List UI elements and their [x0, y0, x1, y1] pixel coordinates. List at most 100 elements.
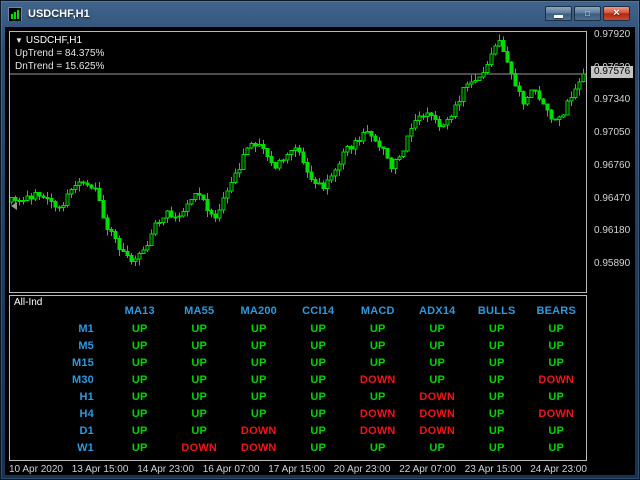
indicator-signal-cell: UP [369, 356, 386, 369]
indicator-signal-cell: UP [369, 339, 386, 352]
window-title: USDCHF,H1 [28, 8, 90, 20]
symbol-label: USDCHF,H1 [25, 35, 83, 46]
indicator-signal-cell: UP [250, 339, 267, 352]
indicator-signal-cell: UP [548, 424, 565, 437]
indicator-signal-cell: UP [369, 322, 386, 335]
timeframe-label: D1 [79, 424, 94, 437]
indicator-signal-cell: DOWN [538, 407, 575, 420]
indicator-signal-cell: UP [131, 441, 148, 454]
indicator-signal-cell: UP [131, 322, 148, 335]
indicator-signal-cell: UP [310, 407, 327, 420]
minimize-icon [554, 15, 563, 18]
indicator-signal-cell: UP [488, 322, 505, 335]
time-axis-label: 24 Apr 23:00 [530, 464, 587, 475]
indicator-signal-cell: UP [131, 390, 148, 403]
indicator-signal-cell: UP [310, 356, 327, 369]
indicator-signal-cell: UP [191, 339, 208, 352]
indicator-signal-cell: DOWN [240, 441, 277, 454]
timeframe-label: H4 [79, 407, 94, 420]
price-axis-label: 0.96760 [594, 159, 631, 171]
indicator-column-header: MA200 [240, 304, 277, 317]
main-chart-panel[interactable]: ▼ USDCHF,H1 UpTrend = 84.375% DnTrend = 1… [9, 31, 587, 293]
current-price-tag: 0.97576 [591, 65, 634, 78]
chart-client-area: ▼ USDCHF,H1 UpTrend = 84.375% DnTrend = 1… [5, 27, 635, 475]
indicator-signal-cell: UP [310, 373, 327, 386]
chart-window: USDCHF,H1 □ × ▼ USDCHF,H1 UpTrend = 84.37… [0, 0, 640, 480]
indicator-panel: All-Ind MA13 MA55 MA200 CCI14 MACD ADX14 BULLS… [9, 295, 587, 461]
indicator-signal-cell: UP [369, 441, 386, 454]
indicator-signal-cell: UP [369, 390, 386, 403]
indicator-signal-cell: UP [429, 322, 446, 335]
time-axis: 10 Apr 2020 13 Apr 15:00 14 Apr 23:00 16 Ap… [9, 464, 587, 475]
indicator-column-header: BULLS [477, 304, 516, 317]
indicator-signal-cell: UP [131, 424, 148, 437]
indicator-signal-cell: UP [131, 356, 148, 369]
chart-overlay: ▼ USDCHF,H1 UpTrend = 84.375% DnTrend = 1… [15, 34, 104, 73]
price-axis-label: 0.97340 [594, 94, 631, 106]
dropdown-arrow-icon[interactable]: ▼ [15, 36, 23, 45]
indicator-signal-cell: UP [191, 390, 208, 403]
time-axis-label: 14 Apr 23:00 [137, 464, 194, 475]
time-axis-label: 23 Apr 15:00 [464, 464, 522, 475]
indicator-signal-cell: UP [310, 441, 327, 454]
indicator-signal-cell: UP [250, 390, 267, 403]
price-axis: 0.979200.976300.973400.970500.967600.964… [589, 29, 637, 293]
indicator-signal-cell: DOWN [419, 407, 456, 420]
indicator-signal-cell: UP [310, 424, 327, 437]
time-axis-label: 20 Apr 23:00 [333, 464, 391, 475]
indicator-signal-cell: UP [429, 339, 446, 352]
close-icon: × [613, 7, 620, 19]
timeframe-label: H1 [79, 390, 94, 403]
maximize-button[interactable]: □ [574, 6, 601, 21]
indicator-table-corner [10, 301, 110, 320]
indicator-signal-cell: UP [548, 356, 565, 369]
indicator-signal-cell: UP [488, 424, 505, 437]
indicator-signal-cell: UP [310, 339, 327, 352]
indicator-column-header: ADX14 [419, 304, 456, 317]
window-controls: □ × [545, 6, 630, 21]
indicator-signal-cell: UP [548, 339, 565, 352]
indicator-signal-cell: UP [191, 373, 208, 386]
indicator-signal-cell: UP [191, 322, 208, 335]
indicator-signal-cell: UP [488, 441, 505, 454]
indicator-signal-cell: UP [310, 390, 327, 403]
indicator-column-header: CCI14 [302, 304, 335, 317]
indicator-signal-cell: DOWN [359, 407, 396, 420]
indicator-column-header: MA13 [124, 304, 155, 317]
dntrend-label: DnTrend = 15.625% [15, 61, 105, 72]
price-axis-label: 0.96470 [594, 192, 631, 204]
indicator-table: MA13 MA55 MA200 CCI14 MACD ADX14 BULLS BEARS M1 U… [10, 301, 586, 456]
timeframe-label: M5 [78, 339, 94, 352]
indicator-signal-cell: UP [548, 441, 565, 454]
price-axis-label: 0.96180 [594, 225, 631, 237]
minimize-button[interactable] [545, 6, 572, 21]
time-axis-label: 17 Apr 15:00 [268, 464, 325, 475]
time-axis-label: 22 Apr 07:00 [399, 464, 456, 475]
app-icon [8, 7, 22, 21]
titlebar[interactable]: USDCHF,H1 □ × [1, 1, 639, 27]
indicator-column-header: MACD [360, 304, 395, 317]
time-axis-label: 16 Apr 07:00 [202, 464, 260, 475]
timeframe-label: M15 [72, 356, 94, 369]
indicator-signal-cell: UP [131, 339, 148, 352]
close-button[interactable]: × [603, 6, 630, 21]
indicator-signal-cell: UP [429, 373, 446, 386]
indicator-signal-cell: UP [429, 356, 446, 369]
indicator-signal-cell: UP [250, 322, 267, 335]
indicator-signal-cell: UP [310, 322, 327, 335]
indicator-signal-cell: UP [488, 390, 505, 403]
indicator-signal-cell: UP [548, 322, 565, 335]
indicator-signal-cell: DOWN [538, 373, 575, 386]
indicator-signal-cell: UP [250, 356, 267, 369]
indicator-signal-cell: UP [131, 373, 148, 386]
indicator-signal-cell: DOWN [181, 441, 218, 454]
indicator-signal-cell: UP [250, 373, 267, 386]
indicator-signal-cell: UP [191, 407, 208, 420]
time-axis-label: 10 Apr 2020 [9, 464, 63, 475]
timeframe-label: M1 [78, 322, 94, 335]
indicator-signal-cell: DOWN [419, 390, 456, 403]
indicator-signal-cell: DOWN [359, 373, 396, 386]
indicator-column-header: BEARS [536, 304, 576, 317]
indicator-signal-cell: UP [488, 339, 505, 352]
indicator-signal-cell: UP [191, 424, 208, 437]
